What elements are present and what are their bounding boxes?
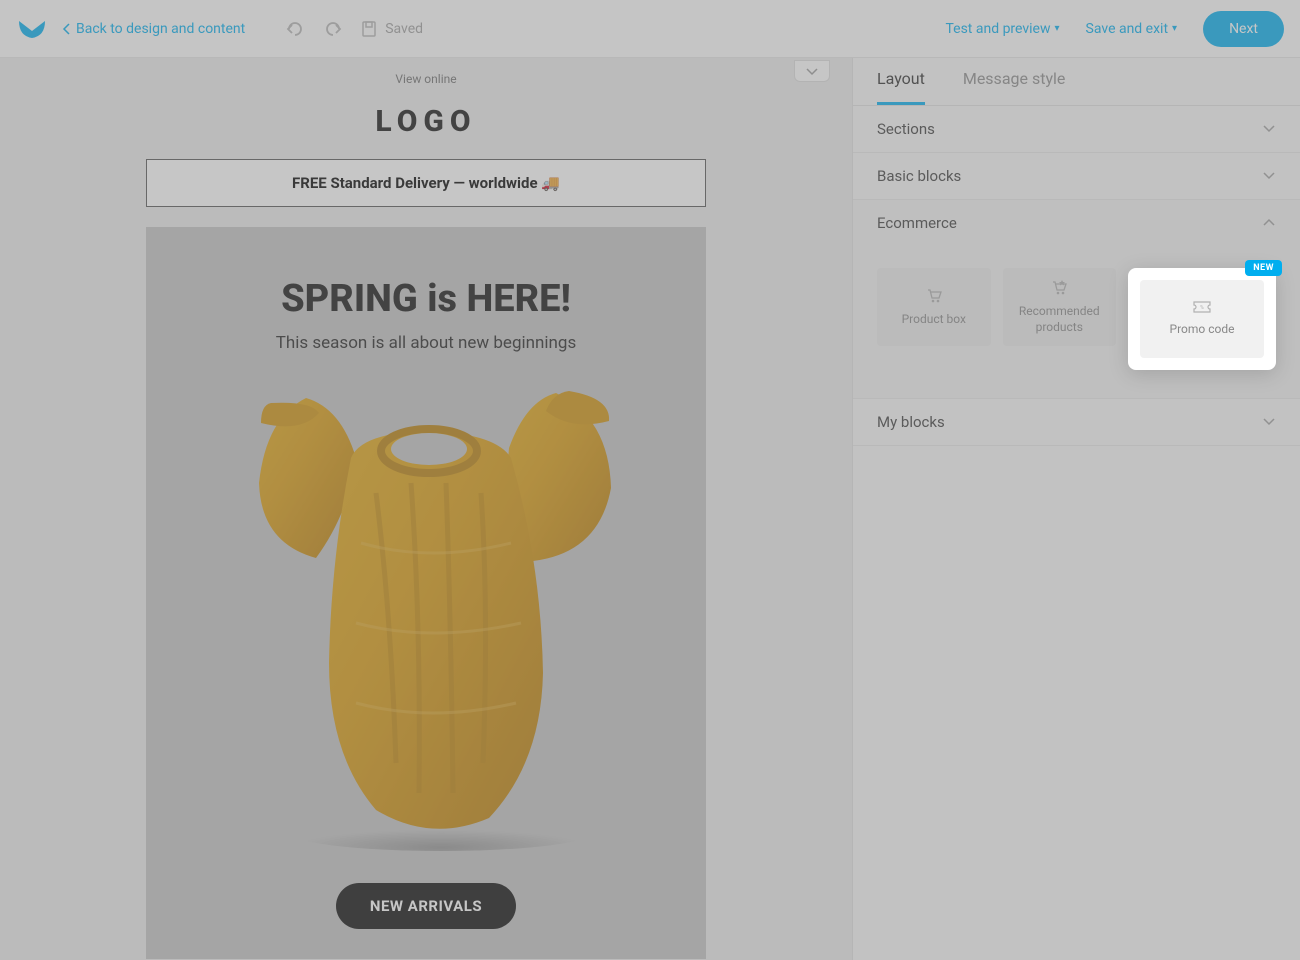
product-image[interactable]	[211, 363, 641, 853]
new-badge: NEW	[1245, 260, 1282, 276]
top-bar: Back to design and content Saved Test an…	[0, 0, 1300, 58]
block-recommended-products[interactable]: Recommended products	[1003, 268, 1117, 346]
cta-button[interactable]: NEW ARRIVALS	[336, 883, 516, 929]
cart-icon	[925, 286, 943, 304]
block-promo-code-highlight: NEW % Promo code	[1128, 268, 1276, 370]
email-canvas: View online LOGO FREE Standard Delivery …	[0, 58, 852, 960]
tab-layout[interactable]: Layout	[877, 69, 925, 105]
promo-banner[interactable]: FREE Standard Delivery — worldwide 🚚	[146, 159, 706, 207]
block-product-box[interactable]: Product box	[877, 268, 991, 346]
ticket-icon: %	[1192, 300, 1212, 314]
subheadline-text[interactable]: This season is all about new beginnings	[176, 333, 676, 353]
block-promo-code[interactable]: % Promo code	[1140, 280, 1264, 358]
ecommerce-blocks: Product box Recommended products NEW % P…	[877, 246, 1276, 398]
accordion-ecommerce[interactable]: Ecommerce	[877, 200, 1276, 246]
back-link-label: Back to design and content	[76, 21, 245, 37]
test-preview-dropdown[interactable]: Test and preview	[945, 21, 1059, 37]
accordion-sections[interactable]: Sections	[877, 106, 1276, 152]
undo-icon[interactable]	[285, 20, 305, 38]
save-icon	[361, 20, 377, 38]
redo-icon[interactable]	[323, 20, 343, 38]
next-button[interactable]: Next	[1203, 11, 1284, 47]
back-link[interactable]: Back to design and content	[62, 21, 245, 37]
chevron-left-icon	[62, 23, 72, 35]
chevron-down-icon	[1262, 168, 1276, 184]
email-body-section[interactable]: SPRING is HERE! This season is all about…	[146, 227, 706, 959]
headline-text[interactable]: SPRING is HERE!	[176, 277, 676, 321]
app-logo-icon[interactable]	[16, 17, 48, 41]
right-panel: Layout Message style Sections Basic bloc…	[852, 58, 1300, 960]
chevron-down-icon	[805, 66, 819, 76]
saved-status: Saved	[361, 20, 423, 38]
chevron-up-icon	[1262, 215, 1276, 231]
accordion-basic-blocks[interactable]: Basic blocks	[877, 153, 1276, 199]
collapse-toggle[interactable]	[794, 60, 830, 82]
panel-tabs: Layout Message style	[853, 58, 1300, 106]
brand-logo-placeholder[interactable]: LOGO	[375, 104, 476, 139]
chevron-down-icon	[1262, 121, 1276, 137]
svg-text:%: %	[1200, 305, 1204, 311]
saved-label: Saved	[385, 21, 423, 37]
chevron-down-icon	[1262, 414, 1276, 430]
accordion-my-blocks[interactable]: My blocks	[877, 399, 1276, 445]
tab-message-style[interactable]: Message style	[963, 69, 1066, 105]
recommend-icon	[1050, 278, 1068, 296]
save-exit-dropdown[interactable]: Save and exit	[1086, 21, 1178, 37]
view-online-link[interactable]: View online	[395, 72, 456, 86]
